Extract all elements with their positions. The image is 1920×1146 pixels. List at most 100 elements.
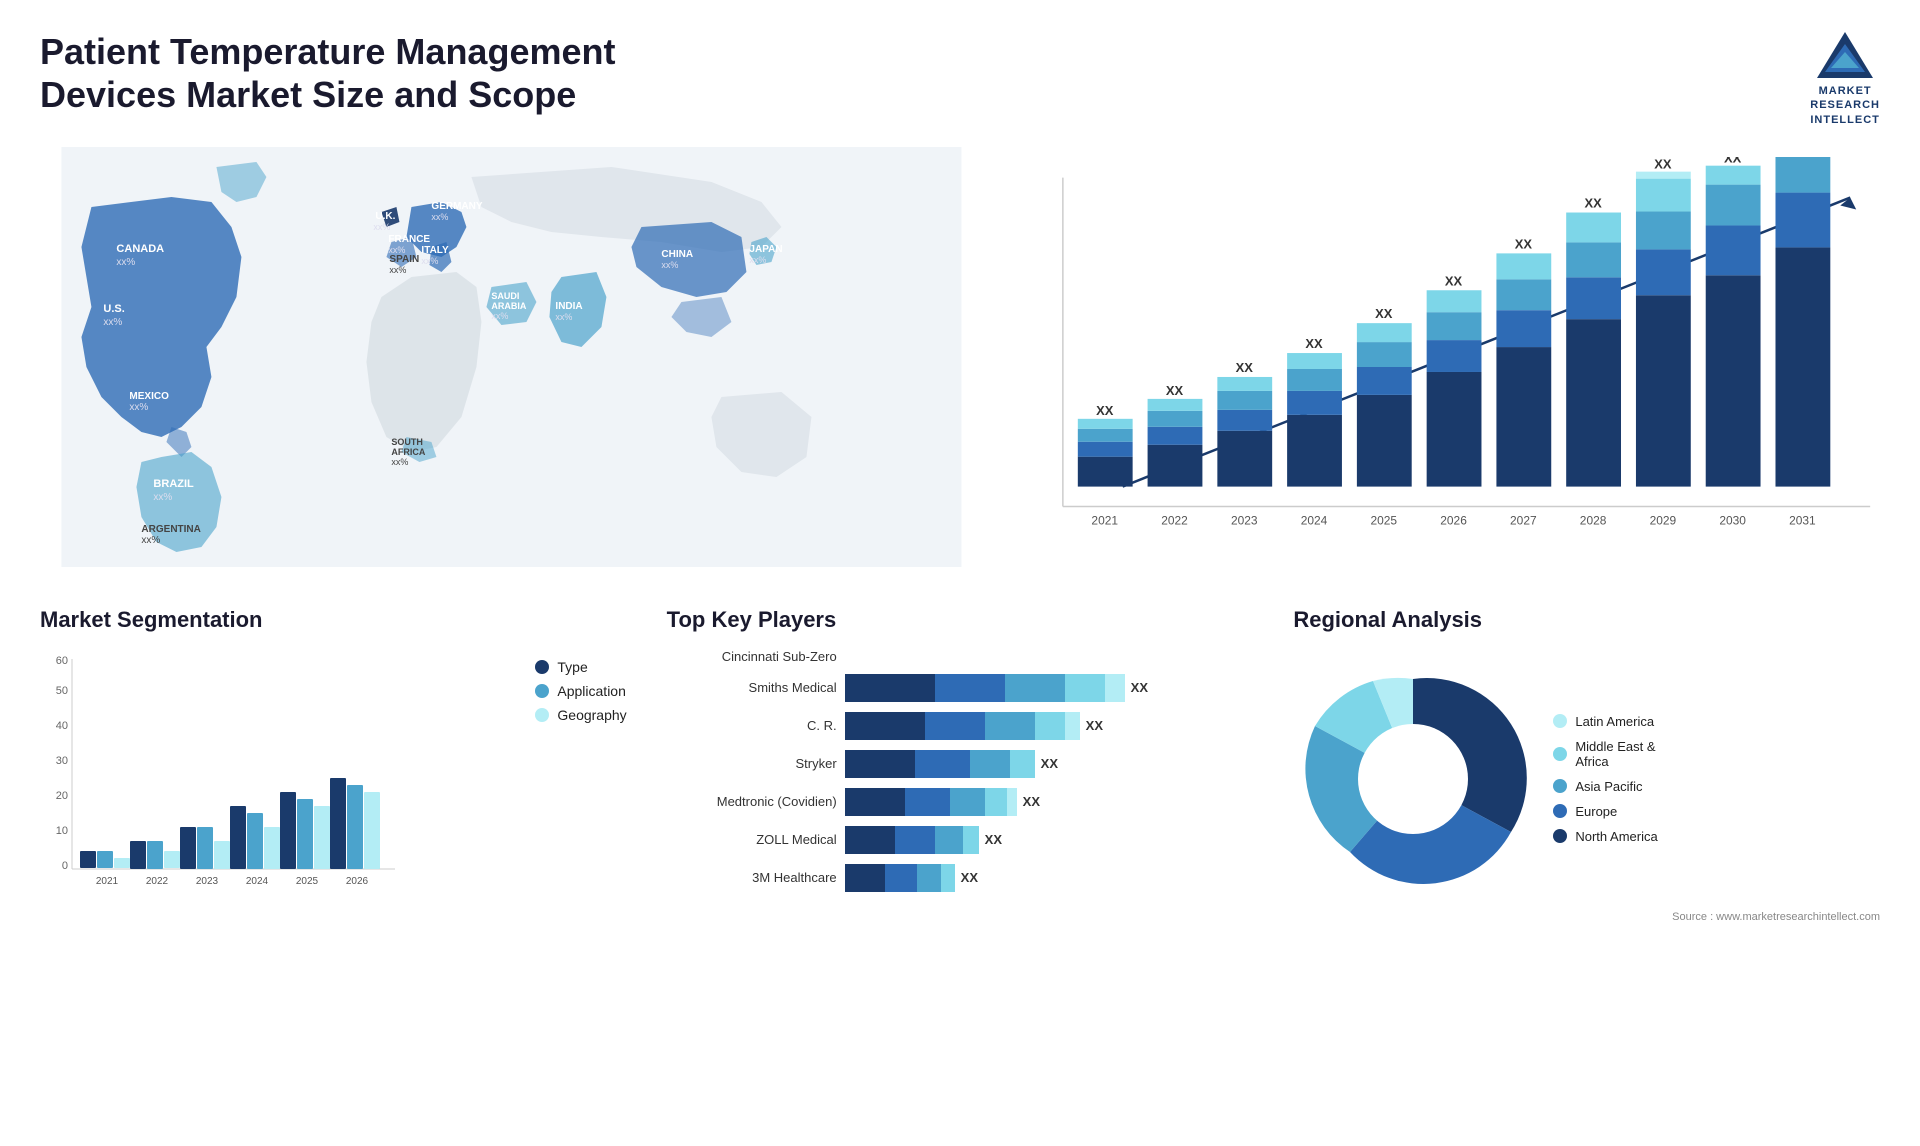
svg-text:30: 30: [56, 755, 68, 767]
logo-text: MARKETRESEARCHINTELLECT: [1810, 84, 1880, 127]
svg-text:2022: 2022: [1161, 513, 1188, 527]
svg-text:CHINA: CHINA: [661, 249, 693, 260]
regional-dot-mea: [1553, 747, 1567, 761]
smiths-bar: [845, 674, 1125, 702]
regional-label-latin: Latin America: [1575, 714, 1654, 729]
svg-text:2028: 2028: [1580, 513, 1607, 527]
svg-text:SAUDI: SAUDI: [491, 291, 519, 301]
player-row-zoll: ZOLL Medical XX: [667, 826, 1254, 854]
svg-text:XX: XX: [1654, 157, 1672, 172]
player-bar-stryker: XX: [845, 750, 1254, 778]
logo-area: MARKETRESEARCHINTELLECT: [1810, 30, 1880, 127]
player-name-cincinnati: Cincinnati Sub-Zero: [667, 649, 837, 664]
svg-text:xx%: xx%: [749, 255, 766, 265]
svg-text:2025: 2025: [1370, 513, 1397, 527]
svg-text:xx%: xx%: [116, 257, 135, 268]
growth-bar-chart: XX 2021 XX 2022 XX 2023: [1023, 157, 1880, 577]
player-bar-cr: XX: [845, 712, 1254, 740]
legend-application: Application: [535, 683, 626, 699]
player-row-medtronic: Medtronic (Covidien) XX: [667, 788, 1254, 816]
svg-text:xx%: xx%: [389, 265, 406, 275]
svg-text:INDIA: INDIA: [555, 301, 582, 312]
top-section: CANADA xx% U.S. xx% MEXICO xx% BRAZIL xx…: [40, 147, 1880, 577]
svg-text:xx%: xx%: [373, 222, 390, 232]
donut-container: Latin America Middle East &Africa Asia P…: [1293, 659, 1880, 899]
page-title: Patient Temperature Management Devices M…: [40, 30, 740, 116]
svg-text:FRANCE: FRANCE: [388, 234, 430, 245]
svg-text:50: 50: [56, 685, 68, 697]
svg-text:xx%: xx%: [661, 260, 678, 270]
regional-item-mea: Middle East &Africa: [1553, 739, 1657, 769]
svg-text:XX: XX: [1305, 336, 1323, 351]
player-name-zoll: ZOLL Medical: [667, 832, 837, 847]
svg-text:JAPAN: JAPAN: [749, 244, 782, 255]
player-row-stryker: Stryker XX: [667, 750, 1254, 778]
regional-title: Regional Analysis: [1293, 607, 1880, 633]
svg-text:SOUTH: SOUTH: [391, 437, 423, 447]
player-bar-medtronic: XX: [845, 788, 1254, 816]
regional-dot-europe: [1553, 804, 1567, 818]
player-row-cr: C. R. XX: [667, 712, 1254, 740]
svg-text:XX: XX: [1584, 195, 1602, 210]
regional-item-na: North America: [1553, 829, 1657, 844]
svg-text:2023: 2023: [196, 876, 219, 887]
player-row-3m: 3M Healthcare XX: [667, 864, 1254, 892]
segmentation-legend: Type Application Geography: [535, 659, 626, 723]
svg-text:ARABIA: ARABIA: [491, 301, 526, 311]
regional-dot-na: [1553, 829, 1567, 843]
player-name-3m: 3M Healthcare: [667, 870, 837, 885]
seg-bar-chart-svg: 0 10 20 30 40 50 60 2021: [40, 649, 400, 889]
regional-label-europe: Europe: [1575, 804, 1617, 819]
svg-text:AFRICA: AFRICA: [391, 447, 425, 457]
bar-chart-area: XX 2021 XX 2022 XX 2023: [1023, 147, 1880, 577]
map-area: CANADA xx% U.S. xx% MEXICO xx% BRAZIL xx…: [40, 147, 983, 577]
svg-text:xx%: xx%: [391, 457, 408, 467]
player-name-stryker: Stryker: [667, 756, 837, 771]
svg-text:2026: 2026: [1440, 513, 1467, 527]
svg-text:2030: 2030: [1719, 513, 1746, 527]
player-bar-smiths: XX: [845, 674, 1254, 702]
players-area: Top Key Players Cincinnati Sub-Zero Smit…: [667, 607, 1254, 923]
svg-text:0: 0: [62, 860, 68, 872]
player-name-medtronic: Medtronic (Covidien): [667, 794, 837, 809]
svg-text:2024: 2024: [1301, 513, 1328, 527]
3m-bar: [845, 864, 955, 892]
medtronic-bar: [845, 788, 1017, 816]
player-name-cr: C. R.: [667, 718, 837, 733]
seg-chart-outer: 0 10 20 30 40 50 60 2021: [40, 649, 515, 894]
logo-icon: [1815, 30, 1875, 80]
zoll-bar: [845, 826, 979, 854]
svg-text:SPAIN: SPAIN: [389, 254, 419, 265]
svg-text:xx%: xx%: [153, 492, 172, 503]
svg-text:BRAZIL: BRAZIL: [153, 478, 194, 490]
regional-item-europe: Europe: [1553, 804, 1657, 819]
svg-text:XX: XX: [1166, 383, 1184, 398]
legend-label-geography: Geography: [557, 707, 626, 723]
svg-text:10: 10: [56, 825, 68, 837]
bottom-section: Market Segmentation 0 10 20 30 40 50 60: [40, 607, 1880, 923]
segmentation-area: Market Segmentation 0 10 20 30 40 50 60: [40, 607, 627, 923]
svg-text:XX: XX: [1445, 273, 1463, 288]
world-map-svg: CANADA xx% U.S. xx% MEXICO xx% BRAZIL xx…: [40, 147, 983, 567]
svg-text:XX: XX: [1375, 306, 1393, 321]
svg-text:2026: 2026: [346, 876, 369, 887]
svg-text:ITALY: ITALY: [421, 245, 449, 256]
regional-item-latin: Latin America: [1553, 714, 1657, 729]
player-row-smiths: Smiths Medical XX: [667, 674, 1254, 702]
stryker-bar: [845, 750, 1035, 778]
segmentation-inner: 0 10 20 30 40 50 60 2021: [40, 649, 627, 894]
regional-dot-apac: [1553, 779, 1567, 793]
svg-text:xx%: xx%: [431, 212, 448, 222]
legend-type: Type: [535, 659, 626, 675]
svg-text:2023: 2023: [1231, 513, 1258, 527]
player-bar-3m: XX: [845, 864, 1254, 892]
regional-label-apac: Asia Pacific: [1575, 779, 1642, 794]
svg-text:GERMANY: GERMANY: [431, 201, 482, 212]
regional-item-apac: Asia Pacific: [1553, 779, 1657, 794]
player-bar-zoll: XX: [845, 826, 1254, 854]
legend-dot-application: [535, 684, 549, 698]
regional-label-mea: Middle East &Africa: [1575, 739, 1655, 769]
svg-text:xx%: xx%: [141, 535, 160, 546]
svg-text:2024: 2024: [246, 876, 269, 887]
legend-geography: Geography: [535, 707, 626, 723]
